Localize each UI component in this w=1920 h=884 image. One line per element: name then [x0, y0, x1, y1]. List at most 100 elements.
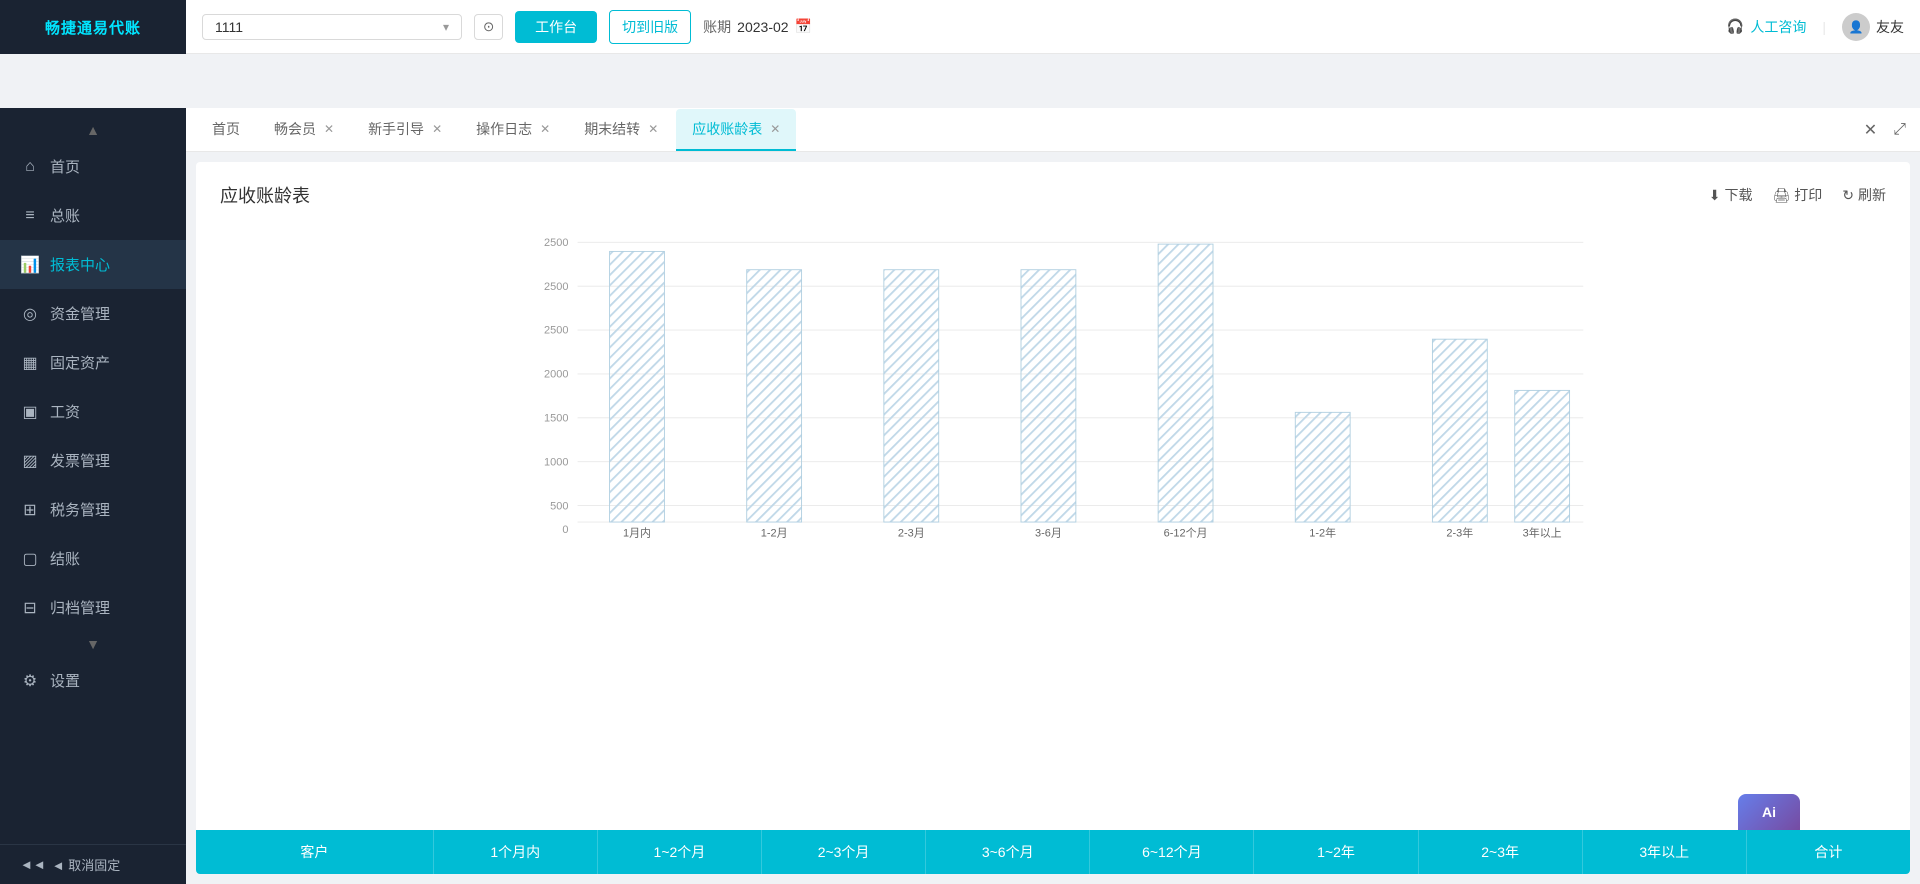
sidebar-item-label: 总账 — [50, 205, 80, 226]
sidebar-item-label: 税务管理 — [50, 499, 110, 520]
svg-text:1500: 1500 — [544, 412, 568, 424]
sidebar-item-assets[interactable]: ▦ 固定资产 — [0, 338, 186, 387]
invoice-icon: ▨ — [20, 451, 40, 471]
tab-close-icon[interactable]: ✕ — [324, 123, 334, 135]
tab-oplog[interactable]: 操作日志 ✕ — [460, 109, 566, 151]
tax-icon: ⊞ — [20, 500, 40, 520]
chevron-down-icon: ▾ — [443, 20, 449, 34]
page-actions: ⬇ 下载 🖨 打印 ↻ 刷新 — [1709, 185, 1886, 205]
tab-close-icon[interactable]: ✕ — [540, 123, 550, 135]
bar-1月内 — [610, 251, 665, 522]
switch-version-button[interactable]: 切到旧版 — [609, 10, 691, 44]
tab-close-icon[interactable]: ✕ — [648, 123, 658, 135]
sidebar-item-label: 设置 — [50, 670, 80, 691]
print-icon: 🖨 — [1772, 187, 1790, 204]
col-1month: 1个月内 — [434, 830, 598, 874]
assets-icon: ▦ — [20, 353, 40, 373]
period-selector[interactable]: 账期 2023-02 📅 — [703, 17, 812, 37]
table-header: 客户 1个月内 1~2个月 2~3个月 3~6个月 6~12个月 1~2年 2~… — [196, 830, 1910, 874]
tab-member[interactable]: 畅会员 ✕ — [258, 109, 350, 151]
scroll-up-indicator[interactable]: ▲ — [0, 118, 186, 142]
pin-icon: ◄◄ — [20, 857, 46, 872]
sidebar-item-invoice[interactable]: ▨ 发票管理 — [0, 436, 186, 485]
sidebar-item-label: 结账 — [50, 548, 80, 569]
tab-label: 畅会员 — [274, 119, 316, 139]
settle-icon: ▢ — [20, 549, 40, 569]
sidebar-item-label: 固定资产 — [50, 352, 110, 373]
copy-button[interactable]: ⊙ — [474, 14, 503, 40]
page-content-area: 应收账龄表 ⬇ 下载 🖨 打印 ↻ 刷新 — [196, 162, 1910, 874]
consult-button[interactable]: 🎧 人工咨询 — [1727, 17, 1806, 37]
svg-text:0: 0 — [562, 524, 568, 536]
bar-2-3月 — [884, 270, 939, 522]
svg-text:2500: 2500 — [544, 237, 568, 249]
archive-icon: ⊟ — [20, 598, 40, 618]
sidebar-item-label: 归档管理 — [50, 597, 110, 618]
sidebar-item-archive[interactable]: ⊟ 归档管理 — [0, 583, 186, 632]
sidebar-item-home[interactable]: ⌂ 首页 — [0, 142, 186, 191]
page-header: 应收账龄表 ⬇ 下载 🖨 打印 ↻ 刷新 — [220, 182, 1886, 208]
bar-1-2年 — [1295, 412, 1350, 522]
col-customer: 客户 — [196, 830, 434, 874]
tab-label: 新手引导 — [368, 119, 424, 139]
tab-label: 首页 — [212, 119, 240, 139]
sidebar: ▲ ⌂ 首页 ≡ 总账 📊 报表中心 ◎ 资金管理 ▦ 固定资产 ▣ 工资 ▨ … — [0, 108, 186, 884]
tab-close-icon[interactable]: ✕ — [770, 123, 780, 135]
print-button[interactable]: 🖨 打印 — [1772, 185, 1822, 205]
company-name: 1111 — [215, 19, 435, 35]
sidebar-item-reports[interactable]: 📊 报表中心 — [0, 240, 186, 289]
scroll-down-indicator[interactable]: ▼ — [0, 632, 186, 656]
settings-icon: ⚙ — [20, 671, 40, 691]
sidebar-item-label: 工资 — [50, 401, 80, 422]
col-1-2month: 1~2个月 — [598, 830, 762, 874]
svg-text:2-3月: 2-3月 — [898, 528, 925, 540]
close-all-tabs-button[interactable]: ✕ — [1860, 116, 1881, 144]
svg-text:2500: 2500 — [544, 325, 568, 337]
tab-label: 期末结转 — [584, 119, 640, 139]
chart-area: 2500 2500 2500 2000 1500 1000 500 0 — [220, 224, 1886, 830]
sidebar-pin-toggle[interactable]: ◄◄ ◄ 取消固定 — [0, 844, 186, 884]
tab-aging[interactable]: 应收账龄表 ✕ — [676, 109, 796, 151]
header-right: 🎧 人工咨询 | 👤 友友 — [1727, 13, 1904, 41]
bar-3-6月 — [1021, 270, 1076, 522]
main-content: 首页 畅会员 ✕ 新手引导 ✕ 操作日志 ✕ 期末结转 ✕ 应收账龄表 ✕ — [186, 108, 1920, 884]
ai-badge[interactable]: Ai — [1738, 794, 1800, 830]
workbench-button[interactable]: 工作台 — [515, 11, 597, 43]
tab-guide[interactable]: 新手引导 ✕ — [352, 109, 458, 151]
sidebar-item-funds[interactable]: ◎ 资金管理 — [0, 289, 186, 338]
col-6-12month: 6~12个月 — [1090, 830, 1254, 874]
user-name: 友友 — [1876, 17, 1904, 37]
pin-label: ◄ 取消固定 — [52, 855, 120, 874]
svg-text:1-2月: 1-2月 — [761, 528, 788, 540]
svg-text:6-12个月: 6-12个月 — [1164, 527, 1208, 540]
print-label: 打印 — [1794, 185, 1822, 205]
col-total: 合计 — [1747, 830, 1910, 874]
company-selector[interactable]: 1111 ▾ — [202, 14, 462, 40]
svg-text:1-2年: 1-2年 — [1309, 526, 1336, 540]
bar-3年以上 — [1515, 390, 1570, 522]
tabs-actions: ✕ ⤢ — [1860, 116, 1910, 144]
refresh-label: 刷新 — [1858, 185, 1886, 205]
sidebar-item-salary[interactable]: ▣ 工资 — [0, 387, 186, 436]
tab-period-end[interactable]: 期末结转 ✕ — [568, 109, 674, 151]
sidebar-item-settings[interactable]: ⚙ 设置 — [0, 656, 186, 705]
svg-text:3-6月: 3-6月 — [1035, 528, 1062, 540]
avatar-icon: 👤 — [1849, 20, 1864, 34]
user-menu[interactable]: 👤 友友 — [1842, 13, 1904, 41]
sidebar-item-settle[interactable]: ▢ 结账 — [0, 534, 186, 583]
svg-text:2500: 2500 — [544, 281, 568, 293]
refresh-icon: ↻ — [1842, 187, 1854, 204]
tab-home[interactable]: 首页 — [196, 109, 256, 151]
download-icon: ⬇ — [1709, 187, 1721, 204]
refresh-button[interactable]: ↻ 刷新 — [1842, 185, 1886, 205]
app-logo: 畅捷通易代账 — [45, 17, 141, 38]
bar-1-2月 — [747, 270, 802, 522]
download-button[interactable]: ⬇ 下载 — [1709, 185, 1753, 205]
sidebar-item-ledger[interactable]: ≡ 总账 — [0, 191, 186, 240]
sidebar-item-label: 资金管理 — [50, 303, 110, 324]
sidebar-item-tax[interactable]: ⊞ 税务管理 — [0, 485, 186, 534]
tab-close-icon[interactable]: ✕ — [432, 123, 442, 135]
sidebar-item-label: 首页 — [50, 156, 80, 177]
expand-button[interactable]: ⤢ — [1889, 117, 1910, 143]
svg-text:1000: 1000 — [544, 456, 568, 468]
